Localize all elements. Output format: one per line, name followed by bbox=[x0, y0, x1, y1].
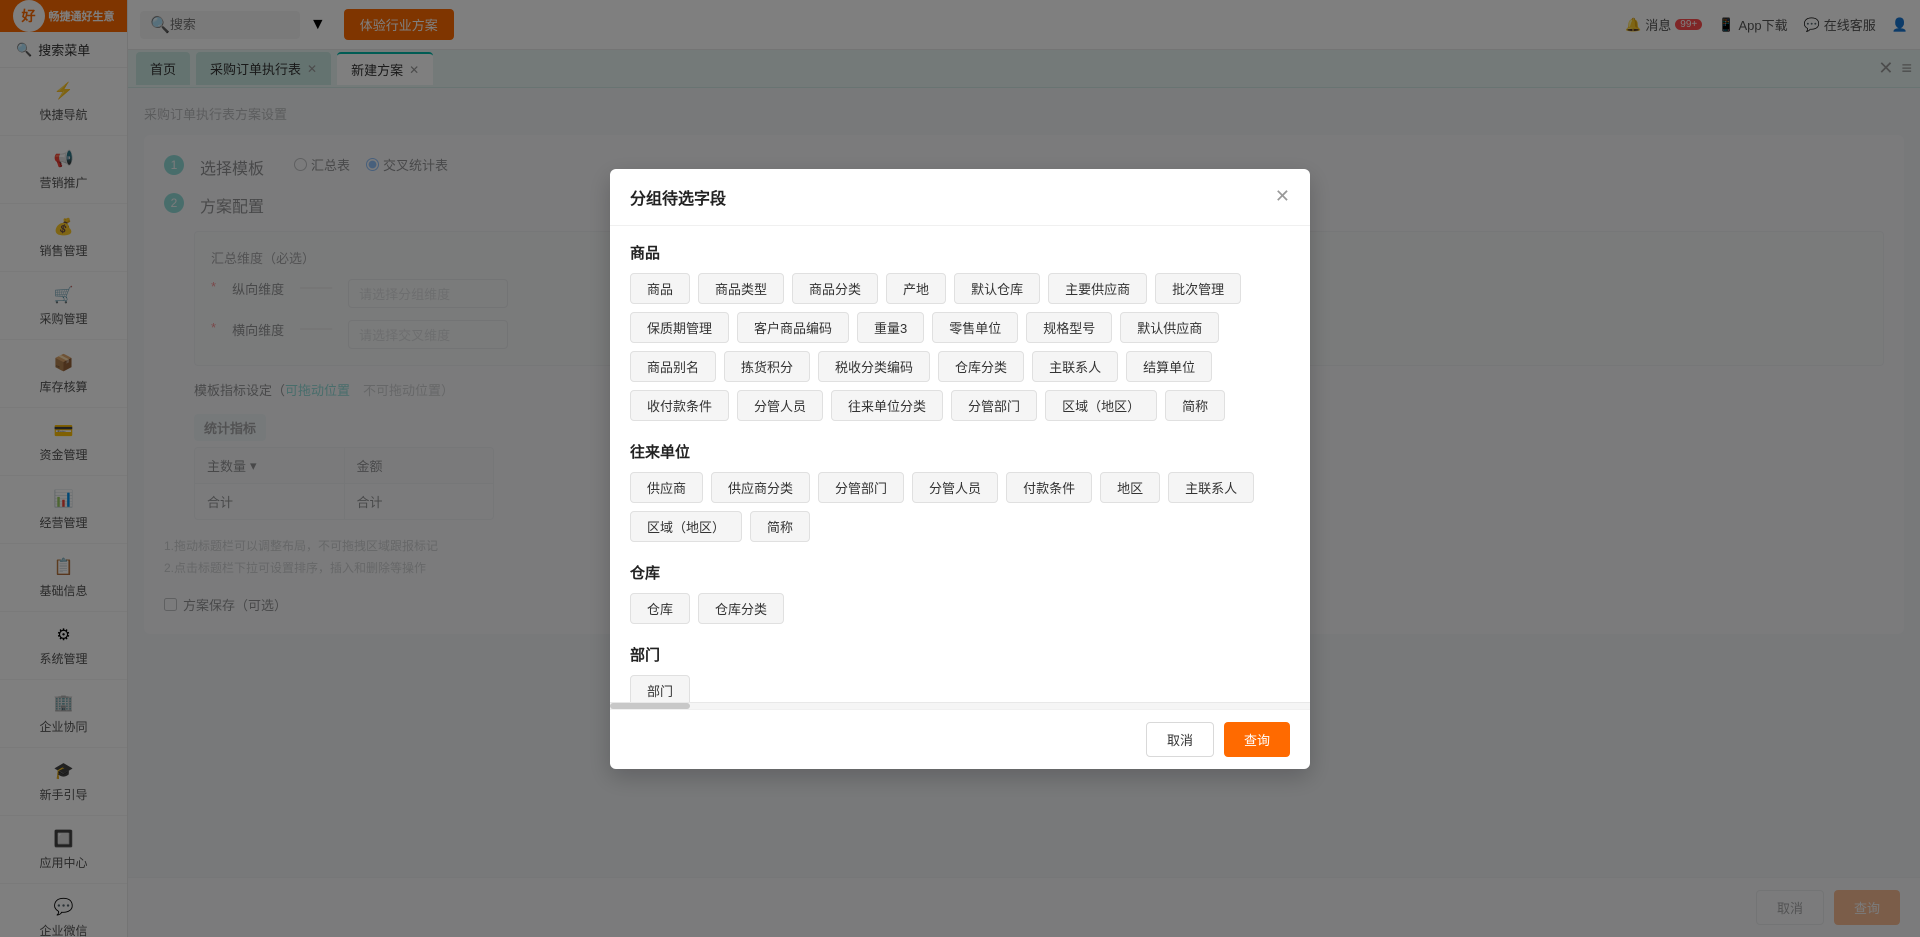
section-title-counterpart: 往来单位 bbox=[630, 441, 1290, 462]
field-tag-商品别名[interactable]: 商品别名 bbox=[630, 351, 716, 382]
field-tag-分管部门[interactable]: 分管部门 bbox=[951, 390, 1037, 421]
modal-confirm-btn[interactable]: 查询 bbox=[1224, 722, 1290, 757]
field-tag-往来单位分类[interactable]: 往来单位分类 bbox=[831, 390, 943, 421]
field-tag-仓库分类[interactable]: 仓库分类 bbox=[698, 593, 784, 624]
field-tag-产地[interactable]: 产地 bbox=[886, 273, 946, 304]
field-tag-结算单位[interactable]: 结算单位 bbox=[1126, 351, 1212, 382]
field-tag-商品类型[interactable]: 商品类型 bbox=[698, 273, 784, 304]
field-tag-税收分类编码[interactable]: 税收分类编码 bbox=[818, 351, 930, 382]
field-tag-默认仓库[interactable]: 默认仓库 bbox=[954, 273, 1040, 304]
section-warehouse: 仓库仓库仓库分类 bbox=[630, 562, 1290, 624]
field-tag-简称[interactable]: 简称 bbox=[750, 511, 810, 542]
field-tag-供应商[interactable]: 供应商 bbox=[630, 472, 703, 503]
modal-close-btn[interactable]: ✕ bbox=[1275, 186, 1290, 207]
field-tag-收付款条件[interactable]: 收付款条件 bbox=[630, 390, 729, 421]
field-tag-规格型号[interactable]: 规格型号 bbox=[1026, 312, 1112, 343]
field-tag-零售单位[interactable]: 零售单位 bbox=[932, 312, 1018, 343]
field-grid-department: 部门 bbox=[630, 675, 1290, 702]
field-tag-分管人员[interactable]: 分管人员 bbox=[912, 472, 998, 503]
field-grid-warehouse: 仓库仓库分类 bbox=[630, 593, 1290, 624]
field-tag-付款条件[interactable]: 付款条件 bbox=[1006, 472, 1092, 503]
field-tag-仓库[interactable]: 仓库 bbox=[630, 593, 690, 624]
field-tag-保质期管理[interactable]: 保质期管理 bbox=[630, 312, 729, 343]
section-department: 部门部门 bbox=[630, 644, 1290, 702]
field-tag-客户商品编码[interactable]: 客户商品编码 bbox=[737, 312, 849, 343]
field-grid-counterpart: 供应商供应商分类分管部门分管人员付款条件地区主联系人区域（地区） 简称 bbox=[630, 472, 1290, 542]
field-tag-区域（地区）[interactable]: 区域（地区） bbox=[630, 511, 742, 542]
field-tag-默认供应商[interactable]: 默认供应商 bbox=[1120, 312, 1219, 343]
section-title-product: 商品 bbox=[630, 242, 1290, 263]
field-tag-地区[interactable]: 地区 bbox=[1100, 472, 1160, 503]
field-grid-product: 商品商品类型商品分类产地默认仓库主要供应商批次管理保质期管理客户商品编码重量3 零… bbox=[630, 273, 1290, 421]
section-product: 商品商品商品类型商品分类产地默认仓库主要供应商批次管理保质期管理客户商品编码重量… bbox=[630, 242, 1290, 421]
section-title-department: 部门 bbox=[630, 644, 1290, 665]
field-tag-主联系人[interactable]: 主联系人 bbox=[1168, 472, 1254, 503]
field-tag-主要供应商[interactable]: 主要供应商 bbox=[1048, 273, 1147, 304]
modal-footer: 取消 查询 bbox=[610, 709, 1310, 769]
field-tag-拣货积分[interactable]: 拣货积分 bbox=[724, 351, 810, 382]
field-tag-商品[interactable]: 商品 bbox=[630, 273, 690, 304]
field-tag-分管部门[interactable]: 分管部门 bbox=[818, 472, 904, 503]
modal-body[interactable]: 商品商品商品类型商品分类产地默认仓库主要供应商批次管理保质期管理客户商品编码重量… bbox=[610, 226, 1310, 702]
field-tag-主联系人[interactable]: 主联系人 bbox=[1032, 351, 1118, 382]
field-tag-部门[interactable]: 部门 bbox=[630, 675, 690, 702]
field-tag-供应商分类[interactable]: 供应商分类 bbox=[711, 472, 810, 503]
field-tag-分管人员[interactable]: 分管人员 bbox=[737, 390, 823, 421]
field-tag-仓库分类[interactable]: 仓库分类 bbox=[938, 351, 1024, 382]
section-title-warehouse: 仓库 bbox=[630, 562, 1290, 583]
field-tag-简称[interactable]: 简称 bbox=[1165, 390, 1225, 421]
modal-hscroll-thumb[interactable] bbox=[610, 703, 690, 709]
modal-header: 分组待选字段 ✕ bbox=[610, 169, 1310, 226]
modal-cancel-btn[interactable]: 取消 bbox=[1146, 722, 1214, 757]
field-tag-区域（地区）[interactable]: 区域（地区） bbox=[1045, 390, 1157, 421]
modal: 分组待选字段 ✕ 商品商品商品类型商品分类产地默认仓库主要供应商批次管理保质期管… bbox=[610, 169, 1310, 769]
field-tag-商品分类[interactable]: 商品分类 bbox=[792, 273, 878, 304]
modal-title: 分组待选字段 bbox=[630, 185, 726, 209]
section-counterpart: 往来单位供应商供应商分类分管部门分管人员付款条件地区主联系人区域（地区） 简称 bbox=[630, 441, 1290, 542]
modal-hscrollbar[interactable] bbox=[610, 702, 1310, 709]
field-tag-重量3[interactable]: 重量3 bbox=[857, 312, 924, 343]
field-tag-批次管理[interactable]: 批次管理 bbox=[1155, 273, 1241, 304]
